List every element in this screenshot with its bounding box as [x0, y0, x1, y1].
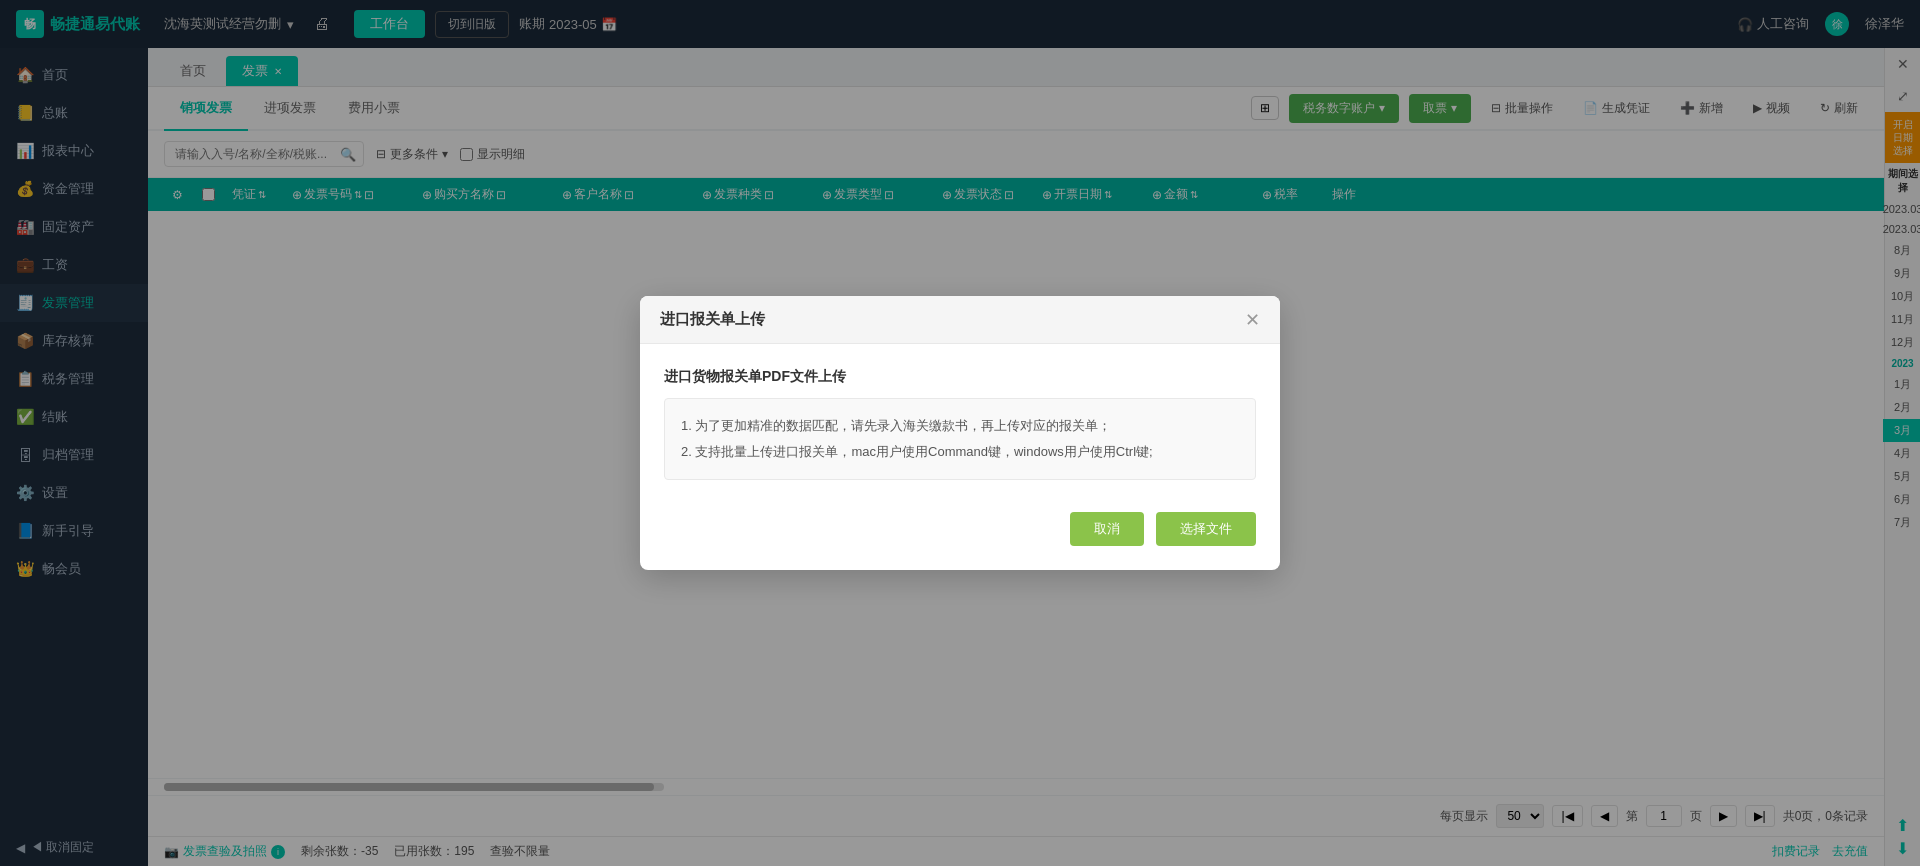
modal-title: 进口报关单上传: [660, 310, 765, 329]
modal-cancel-button[interactable]: 取消: [1070, 512, 1144, 546]
modal-body: 进口货物报关单PDF文件上传 1. 为了更加精准的数据匹配，请先录入海关缴款书，…: [640, 344, 1280, 496]
modal-section-title: 进口货物报关单PDF文件上传: [664, 368, 1256, 386]
instruction-2: 2. 支持批量上传进口报关单，mac用户使用Command键，windows用户…: [681, 439, 1239, 465]
modal-close-button[interactable]: ✕: [1245, 311, 1260, 329]
import-modal: 进口报关单上传 ✕ 进口货物报关单PDF文件上传 1. 为了更加精准的数据匹配，…: [640, 296, 1280, 570]
modal-info-box: 1. 为了更加精准的数据匹配，请先录入海关缴款书，再上传对应的报关单； 2. 支…: [664, 398, 1256, 480]
modal-footer: 取消 选择文件: [640, 496, 1280, 570]
modal-overlay[interactable]: 进口报关单上传 ✕ 进口货物报关单PDF文件上传 1. 为了更加精准的数据匹配，…: [0, 0, 1920, 866]
select-file-button[interactable]: 选择文件: [1156, 512, 1256, 546]
instruction-1: 1. 为了更加精准的数据匹配，请先录入海关缴款书，再上传对应的报关单；: [681, 413, 1239, 439]
modal-header: 进口报关单上传 ✕: [640, 296, 1280, 344]
